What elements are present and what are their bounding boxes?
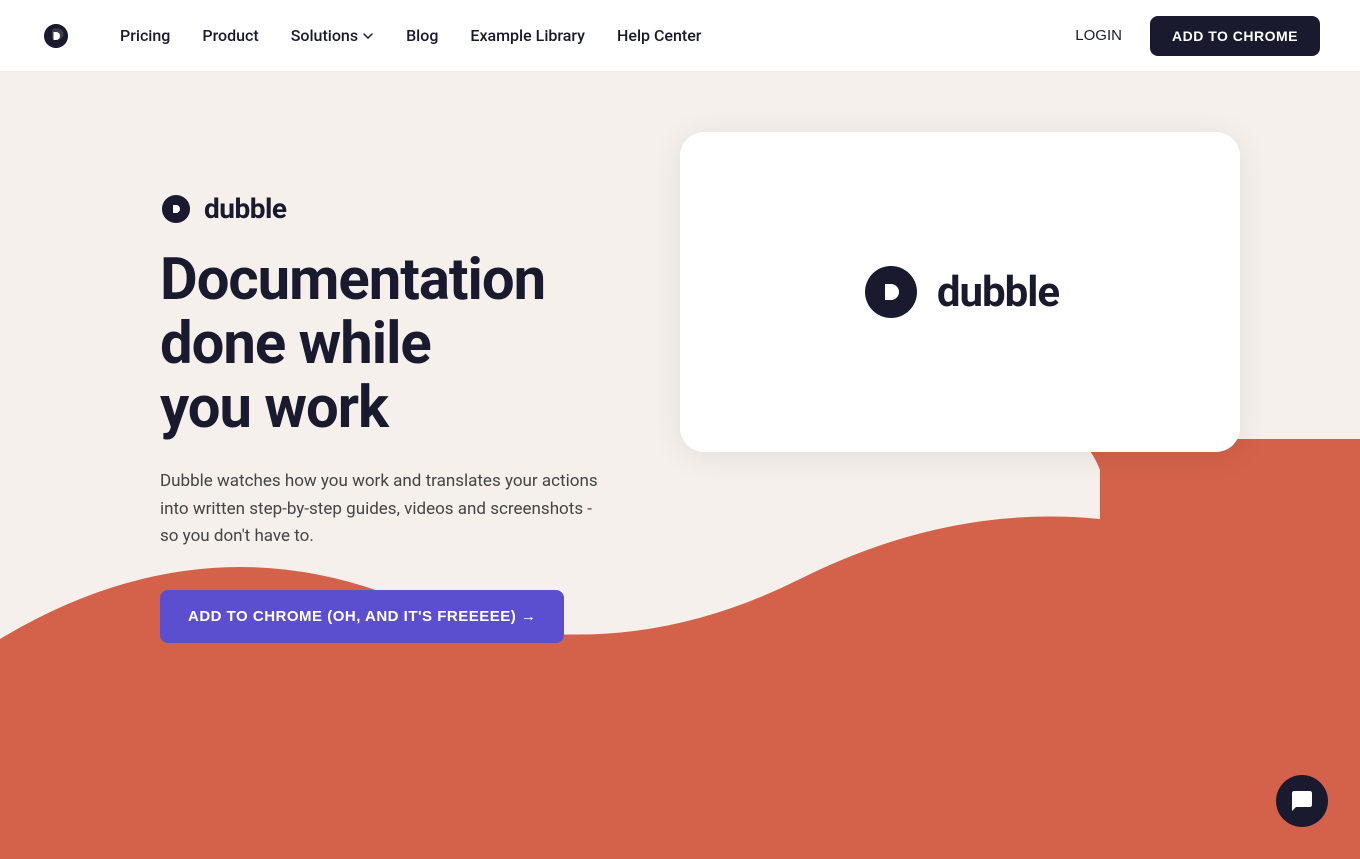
card-logo-group: dubble (861, 262, 1059, 322)
hero-description: Dubble watches how you work and translat… (160, 468, 600, 550)
hero-brand-name: dubble (204, 192, 286, 225)
chevron-down-icon (362, 30, 374, 42)
add-to-chrome-button[interactable]: ADD TO CHROME (1150, 16, 1320, 56)
chat-icon (1290, 789, 1314, 813)
card-dubble-logo-icon (861, 262, 921, 322)
hero-section: dubble Documentation done while you work… (0, 72, 1360, 859)
hero-headline: Documentation done while you work (160, 249, 600, 440)
dubble-logo-icon (40, 20, 72, 52)
login-button[interactable]: LOGIN (1059, 19, 1138, 52)
hero-content: dubble Documentation done while you work… (0, 152, 600, 643)
nav-link-pricing[interactable]: Pricing (108, 18, 182, 53)
nav-links: Pricing Product Solutions Blog Example L… (108, 18, 713, 53)
nav-link-solutions[interactable]: Solutions (279, 18, 386, 53)
nav-logo[interactable] (40, 20, 72, 52)
nav-right: LOGIN ADD TO CHROME (1059, 16, 1320, 56)
hero-cta-button[interactable]: ADD TO CHROME (OH, AND IT'S FREEEEE) → (160, 590, 564, 643)
card-brand-name: dubble (937, 268, 1059, 317)
nav-link-blog[interactable]: Blog (394, 18, 450, 53)
nav-link-help-center[interactable]: Help Center (605, 18, 713, 53)
navbar: Pricing Product Solutions Blog Example L… (0, 0, 1360, 72)
nav-link-product[interactable]: Product (190, 18, 270, 53)
hero-brand: dubble (160, 192, 600, 225)
nav-left: Pricing Product Solutions Blog Example L… (40, 18, 713, 53)
hero-product-card: dubble (680, 132, 1240, 452)
nav-link-example-library[interactable]: Example Library (458, 18, 597, 53)
chat-button[interactable] (1276, 775, 1328, 827)
hero-dubble-logo-icon (160, 193, 192, 225)
hero-card-area: dubble (680, 132, 1240, 452)
